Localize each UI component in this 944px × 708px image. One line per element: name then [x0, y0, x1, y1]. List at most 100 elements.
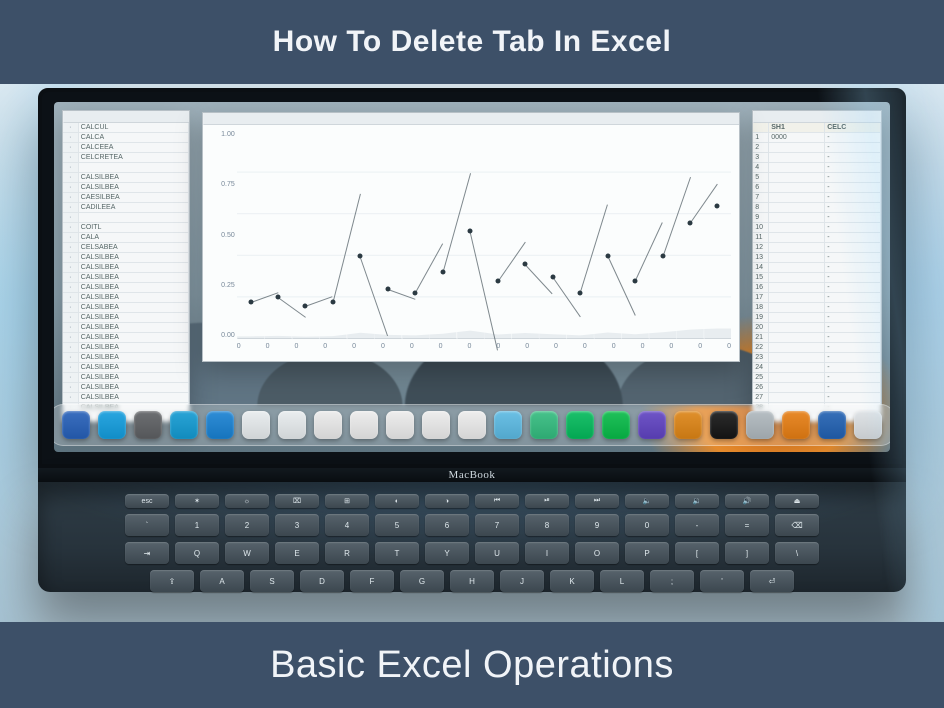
row-number: 17 [753, 293, 769, 303]
cell: - [825, 173, 881, 183]
cell: - [825, 293, 881, 303]
chart-point [633, 278, 638, 283]
cell: CALSILBEA [79, 323, 189, 333]
macos-dock [54, 404, 890, 446]
row-number: 22 [753, 343, 769, 353]
cell [769, 263, 825, 273]
dock-app-icon [854, 411, 882, 439]
x-tick: 0 [468, 343, 472, 357]
cell: CALCUL [79, 123, 189, 133]
row-number: · [63, 153, 79, 163]
y-tick: 0.50 [207, 232, 235, 239]
row-number: · [63, 223, 79, 233]
dock-app-icon [602, 411, 630, 439]
chart-line-segment [388, 289, 416, 300]
cell [769, 383, 825, 393]
key: ✶ [175, 494, 219, 508]
y-tick: 1.00 [207, 131, 235, 138]
chart-point [413, 291, 418, 296]
dock-app-icon [458, 411, 486, 439]
cell [769, 273, 825, 283]
row-number: 21 [753, 333, 769, 343]
x-tick: 0 [583, 343, 587, 357]
key: Q [175, 542, 219, 564]
screen-bezel: ·CALCUL·CALCA·CALCEEA·CELCRETEA··CALSILB… [38, 88, 906, 468]
key: [ [675, 542, 719, 564]
cell: CALSILBEA [79, 253, 189, 263]
cell: COITL [79, 223, 189, 233]
key: F [350, 570, 394, 592]
x-tick: 0 [525, 343, 529, 357]
row-number: 7 [753, 193, 769, 203]
chart-y-axis: 1.000.750.500.250.00 [207, 131, 235, 339]
x-tick: 0 [381, 343, 385, 357]
key: T [375, 542, 419, 564]
chart-point [385, 287, 390, 292]
dock-app-icon [530, 411, 558, 439]
row-number: 2 [753, 143, 769, 153]
cell: 0000 [769, 133, 825, 143]
cell [769, 163, 825, 173]
cell [79, 213, 189, 223]
dock-app-icon [566, 411, 594, 439]
laptop-hinge: MacBook [38, 468, 906, 482]
keyboard: esc✶☼⌧⊞◐◑⏮⏯⏭🔈🔉🔊⏏`1234567890-=⌫⇥QWERTYUIO… [108, 494, 836, 592]
chart-line-segment [497, 241, 525, 281]
cell: - [825, 333, 881, 343]
key: 0 [625, 514, 669, 536]
cell: CALSILBEA [79, 343, 189, 353]
cell: CALSILBEA [79, 283, 189, 293]
x-tick: 0 [612, 343, 616, 357]
key: 1 [175, 514, 219, 536]
x-tick: 0 [237, 343, 241, 357]
row-number: 27 [753, 393, 769, 403]
left-spreadsheet-window: ·CALCUL·CALCA·CALCEEA·CELCRETEA··CALSILB… [62, 110, 190, 422]
x-tick: 0 [439, 343, 443, 357]
row-number: · [63, 363, 79, 373]
chart-line-segment [580, 205, 608, 294]
row-number: · [63, 283, 79, 293]
row-number: · [63, 263, 79, 273]
key: 8 [525, 514, 569, 536]
cell: - [825, 143, 881, 153]
cell: CALSILBEA [79, 333, 189, 343]
row-number: · [63, 123, 79, 133]
x-tick: 0 [266, 343, 270, 357]
window-titlebar [753, 111, 881, 123]
cell [769, 373, 825, 383]
chart-x-axis: 000000000000000000 [237, 343, 731, 357]
x-tick: 0 [410, 343, 414, 357]
key: ' [700, 570, 744, 592]
key: ⌫ [775, 514, 819, 536]
row-number: · [63, 163, 79, 173]
cell: CADILEEA [79, 203, 189, 213]
keyboard-deck: esc✶☼⌧⊞◐◑⏮⏯⏭🔈🔉🔊⏏`1234567890-=⌫⇥QWERTYUIO… [38, 482, 906, 592]
cell: CALSILBEA [79, 363, 189, 373]
row-number: 24 [753, 363, 769, 373]
dock-app-icon [350, 411, 378, 439]
cell: - [825, 303, 881, 313]
cell [769, 293, 825, 303]
screen: ·CALCUL·CALCA·CALCEEA·CELCRETEA··CALSILB… [54, 102, 890, 452]
row-number: 15 [753, 273, 769, 283]
key: J [500, 570, 544, 592]
row-number: · [63, 253, 79, 263]
row-number: 8 [753, 203, 769, 213]
key: ⏭ [575, 494, 619, 508]
x-tick: 0 [294, 343, 298, 357]
cell: - [825, 153, 881, 163]
key: ◐ [375, 494, 419, 508]
key: L [600, 570, 644, 592]
cell [769, 183, 825, 193]
chart-line-segment [332, 193, 360, 302]
window-titlebar [203, 113, 739, 125]
cell: CELSABEA [79, 243, 189, 253]
row-number: · [63, 393, 79, 403]
cell: CALSILBEA [79, 353, 189, 363]
row-number: 18 [753, 303, 769, 313]
cell: CALSILBEA [79, 313, 189, 323]
key: - [675, 514, 719, 536]
chart-line-segment [662, 177, 690, 256]
cell [769, 393, 825, 403]
row-number: 13 [753, 253, 769, 263]
